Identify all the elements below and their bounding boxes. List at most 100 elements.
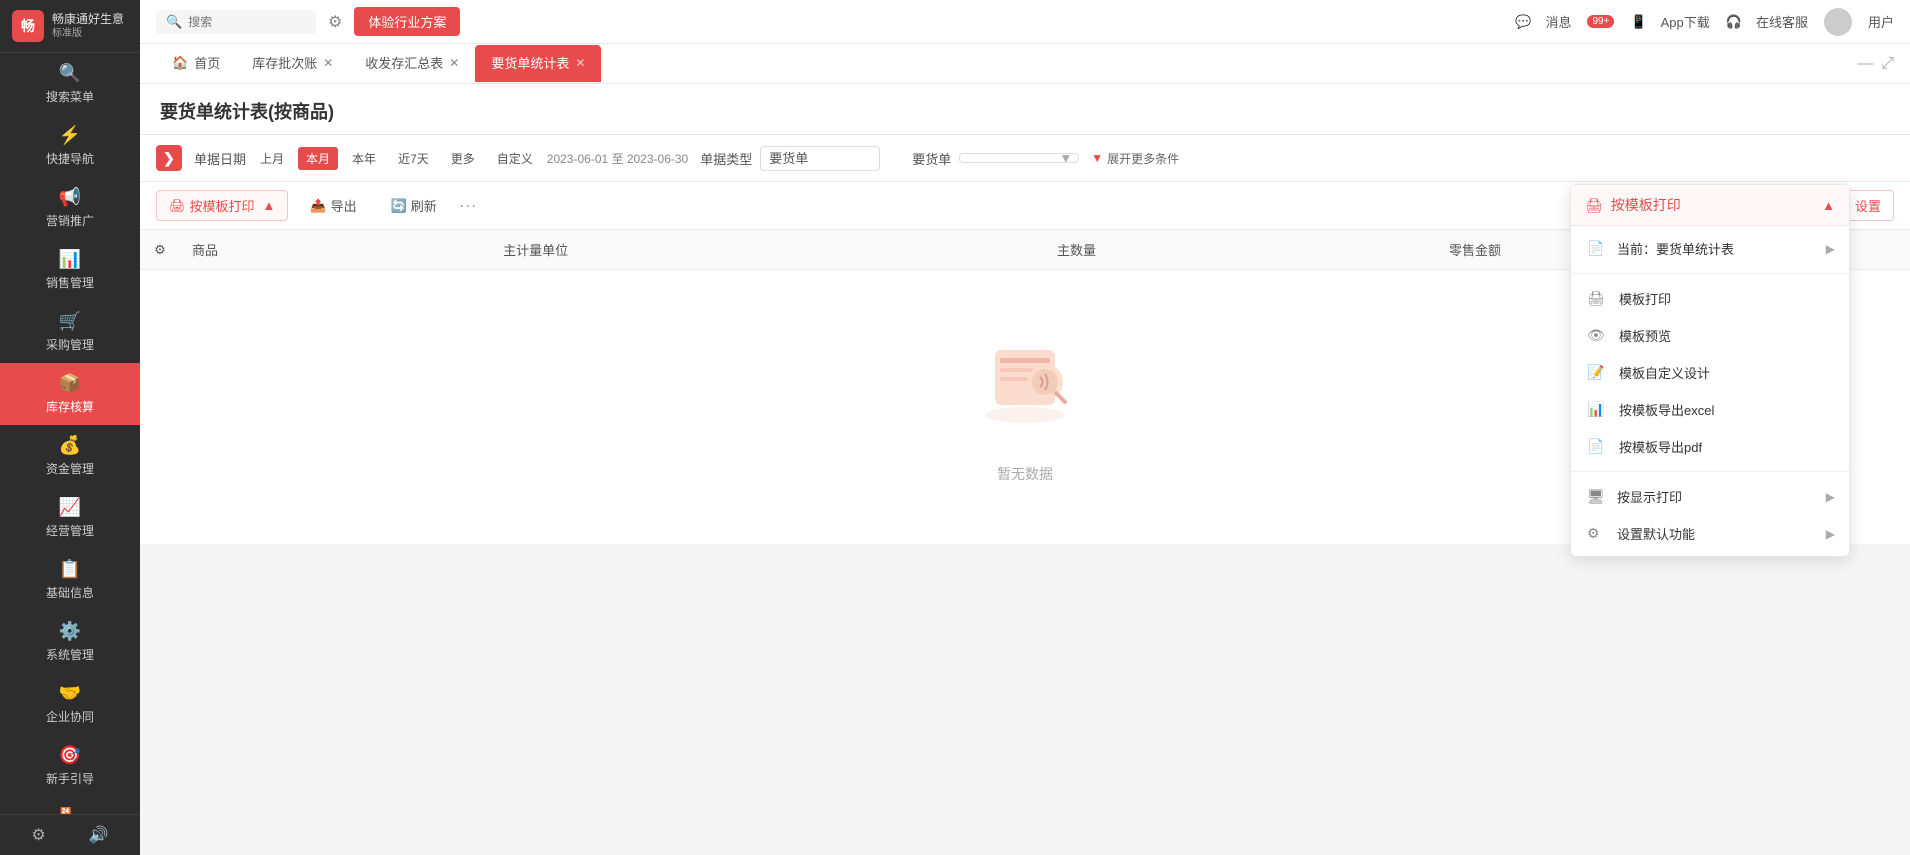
tab-expand-icon[interactable]: ⤢	[1881, 55, 1894, 73]
top-bar: 🔍 ⚙ 体验行业方案 💬 消息 99+ 📱 App下载 🎧 在线客服 用户	[140, 0, 1910, 44]
tabs-bar: 🏠 首页 库存批次账 ✕ 收发存汇总表 ✕ 要货单统计表 ✕ — ⤢	[140, 44, 1910, 84]
template-print-label: 模板打印	[1619, 289, 1671, 308]
filter-collapse-btn[interactable]: ❯	[156, 145, 182, 171]
home-icon: 🏠	[172, 55, 188, 71]
sidebar-item-label: 基础信息	[46, 584, 94, 601]
order-goods-select[interactable]: ▼	[959, 153, 1079, 163]
sidebar-item-label: 搜索菜单	[46, 88, 94, 105]
sidebar-item-label: 销售管理	[46, 274, 94, 291]
guide-icon: 🎯	[59, 745, 81, 766]
dropdown-item-template-preview[interactable]: 👁 模板预览	[1571, 317, 1849, 354]
current-arrow: ▶	[1826, 242, 1835, 256]
sidebar-item-appstore[interactable]: 🏪 应用中心	[0, 797, 140, 814]
date-btn-this-year[interactable]: 本年	[344, 147, 384, 170]
search-input[interactable]	[188, 15, 288, 29]
date-filter: 单据日期 上月 本月 本年 近7天 更多 自定义 2023-06-01 至 20…	[194, 147, 688, 170]
template-custom-label: 模板自定义设计	[1619, 363, 1710, 382]
sidebar-item-marketing[interactable]: 📢 营销推广	[0, 177, 140, 239]
expand-more-btn[interactable]: ▼ 展开更多条件	[1091, 150, 1179, 167]
trial-button[interactable]: 体验行业方案	[354, 7, 460, 36]
sidebar-item-inventory[interactable]: 📦 库存核算	[0, 363, 140, 425]
sidebar-item-sales[interactable]: 📊 销售管理	[0, 239, 140, 301]
footer-help-icon[interactable]: 🔊	[89, 825, 109, 845]
sidebar-item-finance[interactable]: 💰 资金管理	[0, 425, 140, 487]
sidebar-item-label: 系统管理	[46, 646, 94, 663]
tab-home[interactable]: 🏠 首页	[156, 45, 236, 82]
dropdown-divider-1	[1571, 273, 1849, 274]
sidebar-item-basic[interactable]: 📋 基础信息	[0, 549, 140, 611]
dropdown-item-template-print[interactable]: 🖨 模板打印	[1571, 280, 1849, 317]
footer-settings-icon[interactable]: ⚙	[31, 825, 45, 845]
dropdown-item-set-default[interactable]: ⚙ 设置默认功能 ▶	[1571, 515, 1849, 552]
sidebar-item-label: 资金管理	[46, 460, 94, 477]
dropdown-item-export-excel[interactable]: 📊 按模板导出excel	[1571, 391, 1849, 428]
current-icon: 📄	[1587, 240, 1603, 257]
inventory-icon: 📦	[59, 373, 81, 394]
tab-minimize-icon[interactable]: —	[1857, 55, 1873, 73]
app-download-group[interactable]: 📱 App下载	[1630, 12, 1709, 31]
sidebar-item-purchase[interactable]: 🛒 采购管理	[0, 301, 140, 363]
basic-icon: 📋	[59, 559, 81, 580]
tab-order-stats[interactable]: 要货单统计表 ✕	[475, 45, 601, 82]
sidebar-item-collab[interactable]: 🤝 企业协同	[0, 673, 140, 735]
top-bar-right: 💬 消息 99+ 📱 App下载 🎧 在线客服 用户	[1515, 8, 1894, 36]
order-type-select[interactable]: 要货单	[760, 146, 880, 171]
sidebar-item-operation[interactable]: 📈 经营管理	[0, 487, 140, 549]
gear-col-icon: ⚙	[154, 242, 166, 257]
sidebar-item-quick-nav[interactable]: ⚡ 快捷导航	[0, 115, 140, 177]
tab-order-stats-label: 要货单统计表	[491, 53, 569, 72]
sidebar-item-system[interactable]: ⚙️ 系统管理	[0, 611, 140, 673]
dropdown-item-export-pdf[interactable]: 📄 按模板导出pdf	[1571, 428, 1849, 465]
tab-receivables-summary[interactable]: 收发存汇总表 ✕	[349, 45, 475, 82]
tab-order-stats-close[interactable]: ✕	[575, 56, 585, 70]
tab-batch-account[interactable]: 库存批次账 ✕	[236, 45, 349, 82]
export-icon: 📤	[310, 198, 326, 214]
message-badge: 99+	[1587, 15, 1614, 28]
sales-icon: 📊	[59, 249, 81, 270]
date-btn-last-month[interactable]: 上月	[252, 147, 292, 170]
date-btn-custom[interactable]: 自定义	[489, 147, 541, 170]
message-group[interactable]: 💬 消息 99+	[1515, 12, 1614, 31]
date-btn-more[interactable]: 更多	[443, 147, 483, 170]
refresh-button[interactable]: 🔄 刷新	[379, 191, 449, 220]
dropdown-divider-2	[1571, 471, 1849, 472]
app-download-label: App下载	[1661, 12, 1710, 31]
dropdown-item-template-custom[interactable]: 📝 模板自定义设计	[1571, 354, 1849, 391]
th-gear[interactable]: ⚙	[140, 230, 180, 270]
order-goods-label: 要货单	[912, 149, 951, 168]
empty-state-illustration	[965, 330, 1085, 452]
user-avatar[interactable]	[1824, 8, 1852, 36]
sidebar-item-search[interactable]: 🔍 搜索菜单	[0, 53, 140, 115]
dropdown-header[interactable]: 🖨 按模板打印 ▲	[1571, 185, 1849, 226]
refresh-icon: 🔄	[391, 198, 407, 214]
display-print-label: 按显示打印	[1617, 487, 1682, 506]
th-goods: 商品	[180, 230, 491, 270]
sidebar-item-guide[interactable]: 🎯 新手引导	[0, 735, 140, 797]
current-label: 当前：要货单统计表	[1617, 239, 1734, 258]
dropdown-item-display-print[interactable]: 🖥 按显示打印 ▶	[1571, 478, 1849, 515]
more-options-icon[interactable]: ···	[459, 195, 477, 216]
user-name: 用户	[1868, 12, 1894, 31]
page-content: 要货单统计表(按商品) ❯ 单据日期 上月 本月 本年 近7天 更多 自定义 2…	[140, 84, 1910, 855]
empty-svg	[965, 330, 1085, 430]
tab-receivables-close[interactable]: ✕	[449, 56, 459, 70]
dropdown-items-section: 🖨 模板打印 👁 模板预览 📝 模板自定义设计 📊 按模板导出excel 📄	[1571, 276, 1849, 469]
filter-bar: ❯ 单据日期 上月 本月 本年 近7天 更多 自定义 2023-06-01 至 …	[140, 135, 1910, 182]
date-btn-last7[interactable]: 近7天	[390, 147, 437, 170]
print-button[interactable]: 🖨 按模板打印 ▲	[156, 190, 288, 221]
export-button[interactable]: 📤 导出	[298, 191, 368, 220]
dropdown-bottom-section: 🖥 按显示打印 ▶ ⚙ 设置默认功能 ▶	[1571, 474, 1849, 556]
online-service-label: 在线客服	[1756, 12, 1808, 31]
app-download-icon: 📱	[1630, 14, 1646, 30]
dropdown-current-section: 📄 当前：要货单统计表 ▶	[1571, 226, 1849, 271]
dropdown-current-item[interactable]: 📄 当前：要货单统计表 ▶	[1571, 230, 1849, 267]
search-box[interactable]: 🔍	[156, 10, 316, 34]
tab-batch-account-label: 库存批次账	[252, 53, 317, 72]
dropdown-title: 按模板打印	[1611, 195, 1681, 215]
system-icon: ⚙️	[59, 621, 81, 642]
date-btn-this-month[interactable]: 本月	[298, 147, 338, 170]
export-excel-label: 按模板导出excel	[1619, 400, 1714, 419]
online-service-group[interactable]: 🎧 在线客服	[1726, 12, 1808, 31]
gear-icon[interactable]: ⚙	[328, 12, 342, 32]
tab-batch-account-close[interactable]: ✕	[323, 56, 333, 70]
